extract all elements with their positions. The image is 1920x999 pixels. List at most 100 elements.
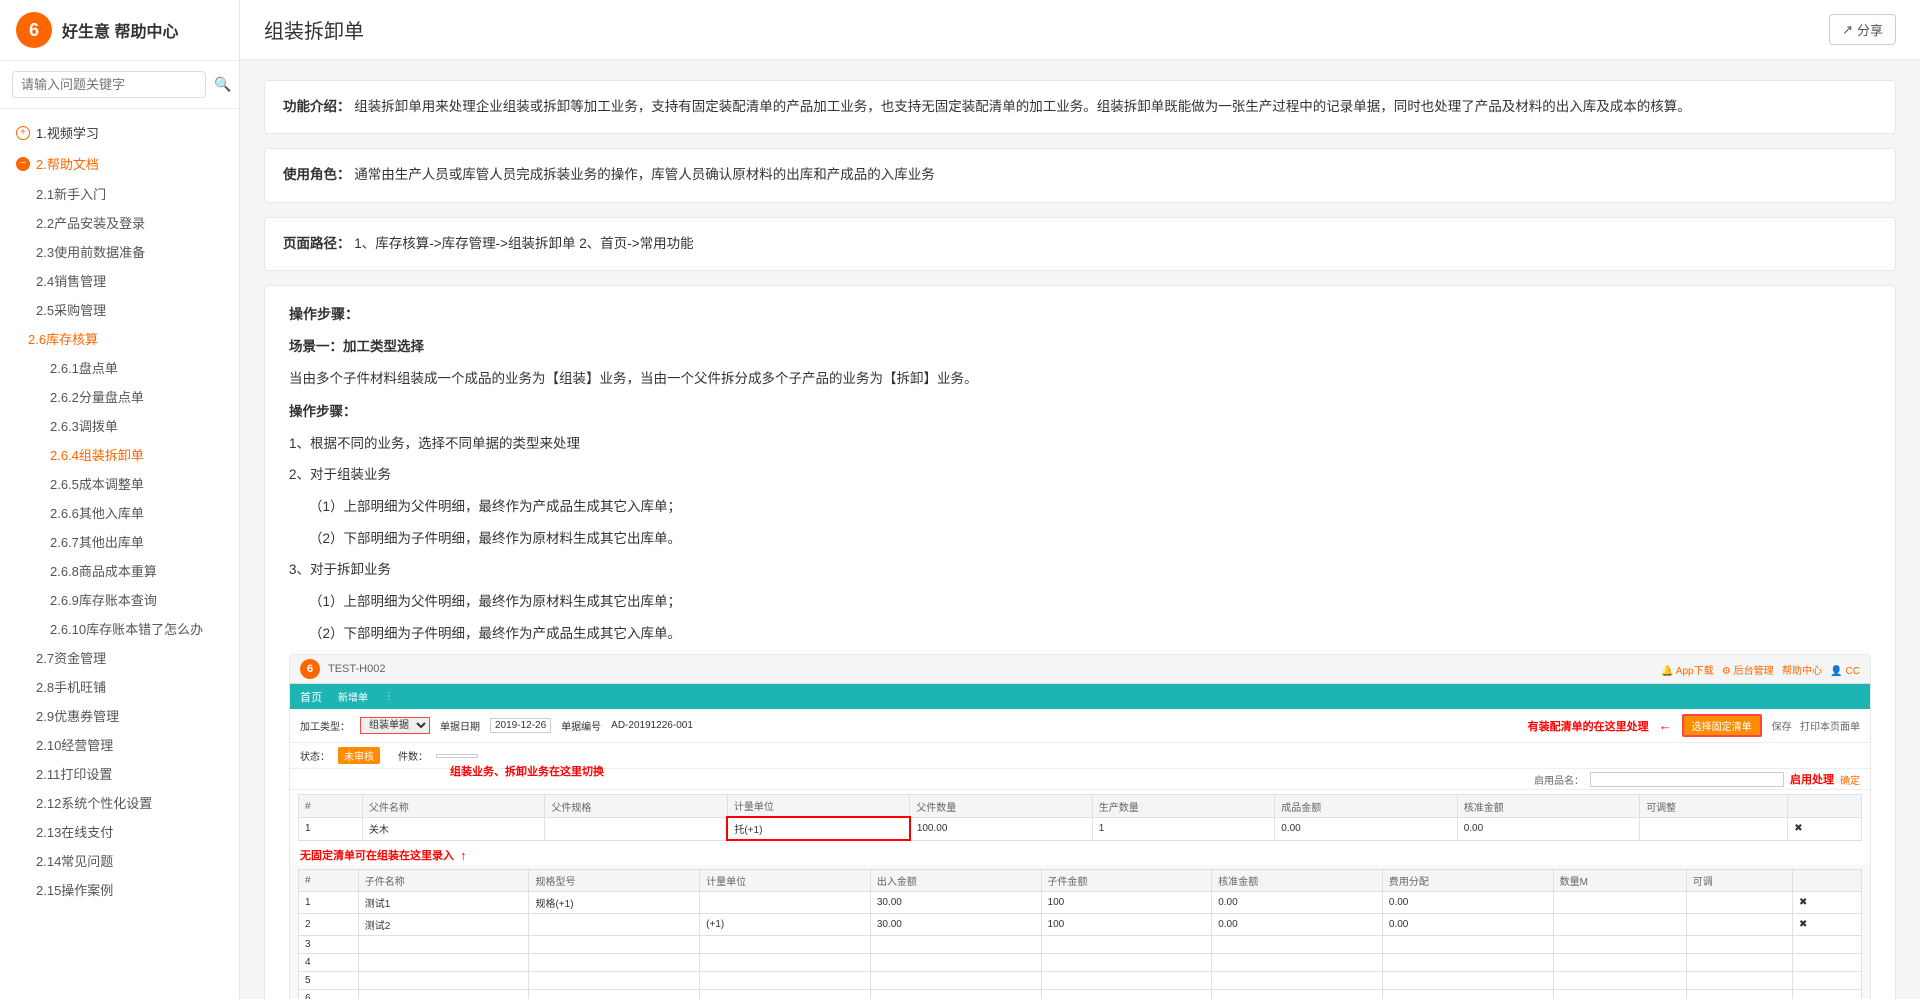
sidebar-item-docs-269[interactable]: 2.6.9库存账本查询 — [0, 585, 239, 614]
arrow4: ↑ — [460, 848, 467, 863]
minus-icon: − — [16, 157, 30, 171]
sidebar-item-label: 1.视频学习 — [36, 123, 99, 142]
sidebar-item-docs-26[interactable]: 2.6库存核算 — [0, 324, 239, 353]
path-text: 1、库存核算->库存管理->组装拆卸单 2、首页->常用功能 — [354, 236, 693, 251]
step3-sub2: （2）下部明细为子件明细，最终作为产成品生成其它入库单。 — [289, 621, 1871, 647]
sidebar-item-docs-213[interactable]: 2.13在线支付 — [0, 817, 239, 846]
sidebar-item-docs-265[interactable]: 2.6.5成本调整单 — [0, 469, 239, 498]
th-unit: 计量单位 — [727, 795, 909, 818]
sidebar-item-label: 2.帮助文档 — [36, 154, 99, 173]
sidebar-item-docs-268[interactable]: 2.6.8商品成本重算 — [0, 556, 239, 585]
sidebar-item-docs-212[interactable]: 2.12系统个性化设置 — [0, 788, 239, 817]
nav-neworder[interactable]: 新增单 — [328, 687, 378, 706]
search-bar: 🔍 — [0, 61, 239, 109]
plus-icon: + — [16, 126, 30, 140]
sidebar-item-docs-22[interactable]: 2.2产品安装及登录 — [0, 208, 239, 237]
nav-more: ⋮ — [384, 691, 394, 702]
sidebar-item-docs-27[interactable]: 2.7资金管理 — [0, 643, 239, 672]
form-order-value: AD-20191226-001 — [611, 720, 693, 731]
table-row: 1 测试1 规格(+1) 30.00 100 0.00 0.00 — [299, 892, 1862, 914]
mock-lower-table-container: # 子件名称 规格型号 计量单位 出入金额 子件金额 核准金额 费用分配 数量M — [290, 865, 1870, 999]
mock-upper-table: # 父件名称 父件规格 计量单位 父件数量 生产数量 成品金额 核准金额 可调整 — [298, 794, 1862, 841]
sidebar-item-docs-24[interactable]: 2.4销售管理 — [0, 266, 239, 295]
form-date-value: 2019-12-26 — [490, 718, 551, 733]
screenshot-container: 6 TEST-H002 🔔 App下载 ⚙ 后台管理 帮助中心 👤 CC 首页 … — [289, 654, 1871, 999]
intro-text: 组装拆卸单用来处理企业组装或拆卸等加工业务，支持有固定装配清单的产品加工业务，也… — [354, 99, 1691, 114]
mock-app: 6 TEST-H002 🔔 App下载 ⚙ 后台管理 帮助中心 👤 CC 首页 … — [290, 655, 1870, 999]
sidebar-item-docs-29[interactable]: 2.9优惠券管理 — [0, 701, 239, 730]
app-id: TEST-H002 — [328, 663, 385, 675]
sidebar-header: 6 好生意 帮助中心 — [0, 0, 239, 61]
annotation1: 有装配清单的在这里处理 — [1528, 718, 1649, 734]
sidebar-item-docs-210[interactable]: 2.10经营管理 — [0, 730, 239, 759]
search-button[interactable]: 🔍 — [212, 74, 233, 95]
path-card: 页面路径： 1、库存核算->库存管理->组装拆卸单 2、首页->常用功能 — [264, 217, 1896, 271]
logo-text: 好生意 帮助中心 — [62, 18, 178, 42]
sidebar-item-video[interactable]: + 1.视频学习 — [0, 117, 239, 148]
share-button[interactable]: ↗ 分享 — [1829, 14, 1896, 45]
arrow1: ← — [1659, 718, 1672, 733]
nav-home[interactable]: 首页 — [300, 689, 322, 705]
th-prodqty: 生产数量 — [1092, 795, 1274, 818]
sidebar-item-docs-21[interactable]: 2.1新手入门 — [0, 179, 239, 208]
mock-app-bar: 6 TEST-H002 🔔 App下载 ⚙ 后台管理 帮助中心 👤 CC — [290, 655, 1870, 684]
sidebar-item-docs-263[interactable]: 2.6.3调拨单 — [0, 411, 239, 440]
step3: 3、对于拆卸业务 — [289, 557, 1871, 583]
form-type-select[interactable]: 组装单据 — [360, 717, 430, 734]
step1: 1、根据不同的业务，选择不同单据的类型来处理 — [289, 431, 1871, 457]
th-adj: 可调整 — [1640, 795, 1788, 818]
mock-lower-table: # 子件名称 规格型号 计量单位 出入金额 子件金额 核准金额 费用分配 数量M — [298, 869, 1862, 999]
sidebar-item-docs-23[interactable]: 2.3使用前数据准备 — [0, 237, 239, 266]
sidebar-item-docs-25[interactable]: 2.5采购管理 — [0, 295, 239, 324]
sidebar-item-docs-28[interactable]: 2.8手机旺铺 — [0, 672, 239, 701]
sidebar-item-docs[interactable]: − 2.帮助文档 — [0, 148, 239, 179]
ops-steps-label: 操作步骤： — [289, 399, 1871, 425]
status-value: 未审核 — [338, 747, 380, 764]
share-label: 分享 — [1857, 20, 1883, 39]
th-amount: 成品金额 — [1275, 795, 1457, 818]
path-label: 页面路径： — [283, 236, 351, 251]
enable-label: 启用品名： — [1534, 772, 1584, 787]
sidebar-item-docs-2610[interactable]: 2.6.10库存账本错了怎么办 — [0, 614, 239, 643]
table-row: 2 测试2 (+1) 30.00 100 0.00 0.00 — [299, 914, 1862, 936]
intro-card: 功能介绍： 组装拆卸单用来处理企业组装或拆卸等加工业务，支持有固定装配清单的产品… — [264, 80, 1896, 134]
sidebar-item-docs-211[interactable]: 2.11打印设置 — [0, 759, 239, 788]
scene1-desc: 当由多个子件材料组装成一个成品的业务为【组装】业务，当由一个父件拆分成多个子产品… — [289, 366, 1871, 392]
content-area: 功能介绍： 组装拆卸单用来处理企业组装或拆卸等加工业务，支持有固定装配清单的产品… — [240, 60, 1920, 999]
status-label: 状态： — [300, 748, 330, 763]
scene1-heading: 场景一：加工类型选择 — [289, 339, 424, 354]
form-type-label: 加工类型： — [300, 718, 350, 733]
annotation4: 无固定清单可在组装在这里录入 — [300, 847, 454, 863]
th-fspec: 父件规格 — [545, 795, 727, 818]
th-num: # — [299, 795, 363, 818]
th-fqty: 父件数量 — [910, 795, 1092, 818]
search-input[interactable] — [12, 71, 206, 98]
steps-heading: 操作步骤： — [289, 304, 1871, 324]
th-fname: 父件名称 — [362, 795, 544, 818]
mock-form-header: 加工类型： 组装单据 单据日期 2019-12-26 单据编号 AD-20191… — [290, 709, 1870, 743]
sidebar-item-docs-262[interactable]: 2.6.2分量盘点单 — [0, 382, 239, 411]
scene1-label: 场景一：加工类型选择 — [289, 334, 1871, 360]
app-logo: 6 — [300, 659, 320, 679]
role-label: 使用角色： — [283, 167, 351, 182]
sidebar-item-docs-215[interactable]: 2.15操作案例 — [0, 875, 239, 904]
role-text: 通常由生产人员或库管人员完成拆装业务的操作，库管人员确认原材料的出库和产成品的入… — [354, 167, 935, 182]
step2: 2、对于组装业务 — [289, 462, 1871, 488]
step2-sub1: （1）上部明细为父件明细，最终作为产成品生成其它入库单； — [289, 494, 1871, 520]
enable-input[interactable] — [1590, 772, 1784, 787]
sidebar-item-docs-214[interactable]: 2.14常见问题 — [0, 846, 239, 875]
action-btns: 保存 打印本页面单 — [1772, 718, 1860, 733]
select-template-btn[interactable]: 选择固定清单 — [1682, 714, 1762, 737]
sidebar-item-docs-267[interactable]: 2.6.7其他出库单 — [0, 527, 239, 556]
table-row: 1 关木 托(+1) 100.00 1 0.00 0.00 — [299, 817, 1862, 840]
sidebar-item-docs-266[interactable]: 2.6.6其他入库单 — [0, 498, 239, 527]
confirm-btn[interactable]: 确定 — [1840, 772, 1860, 787]
sidebar-item-docs-264[interactable]: 2.6.4组装拆卸单 — [0, 440, 239, 469]
table-row: 4 — [299, 954, 1862, 972]
annotation3: 启用处理 — [1790, 771, 1834, 787]
table-row: 5 — [299, 972, 1862, 990]
sidebar-item-docs-261[interactable]: 2.6.1盘点单 — [0, 353, 239, 382]
app-topbar-icons: 🔔 App下载 ⚙ 后台管理 帮助中心 👤 CC — [1661, 662, 1860, 677]
share-icon: ↗ — [1842, 22, 1853, 38]
annotation4-row: 无固定清单可在组装在这里录入 ↑ — [290, 845, 1870, 865]
